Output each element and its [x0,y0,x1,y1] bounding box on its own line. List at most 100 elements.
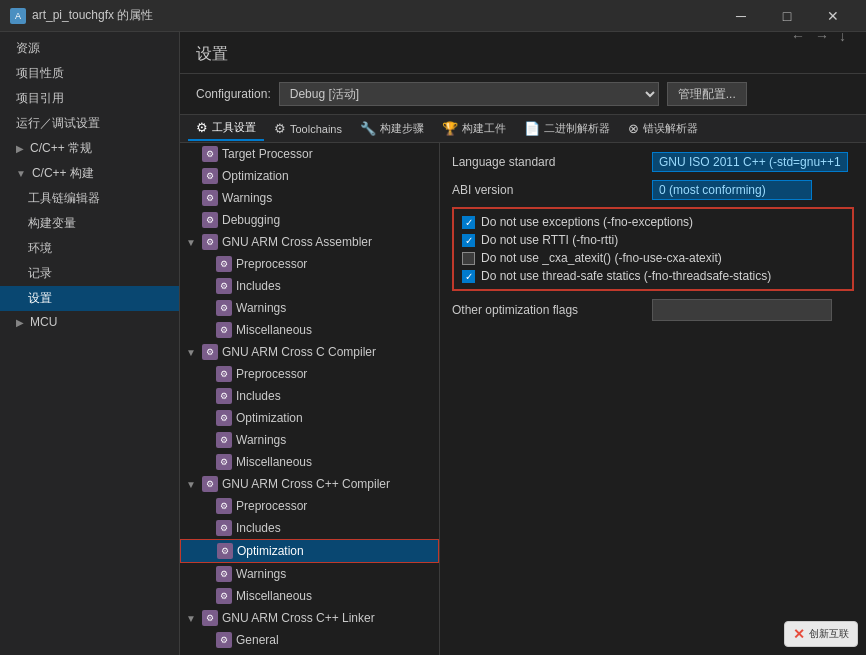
minimize-button[interactable]: ─ [718,0,764,32]
tree-asm-misc[interactable]: ⚙ Miscellaneous [180,319,439,341]
manage-config-button[interactable]: 管理配置... [667,82,747,106]
tree-c-misc[interactable]: ⚙ Miscellaneous [180,451,439,473]
tree-debugging[interactable]: ⚙ Debugging [180,209,439,231]
config-bar: Configuration: Debug [活动] 管理配置... [180,74,866,115]
title-bar: A art_pi_touchgfx 的属性 ─ □ ✕ [0,0,866,32]
tree-asm-includes[interactable]: ⚙ Includes [180,275,439,297]
sidebar-label-run-debug: 运行／调试设置 [16,115,100,132]
checkbox-rtti[interactable]: ✓ [462,234,475,247]
tree-label-c-includes: Includes [236,389,281,403]
close-button[interactable]: ✕ [810,0,856,32]
sidebar-item-cpp-general[interactable]: ▶ C/C++ 常规 [0,136,179,161]
expand-icon: ▼ [186,237,198,248]
tree-c-optimization[interactable]: ⚙ Optimization [180,407,439,429]
sidebar-item-toolchain-editor[interactable]: 工具链编辑器 [0,186,179,211]
tree-label-c-preprocessor: Preprocessor [236,367,307,381]
expand-icon-cpp-build: ▼ [16,168,26,179]
gear-icon: ⚙ [216,566,232,582]
sidebar-label-env: 环境 [28,240,52,257]
checkbox-cxa-atexit[interactable] [462,252,475,265]
sidebar-item-mcu[interactable]: ▶ MCU [0,311,179,333]
tree-gnu-arm-cpp-linker[interactable]: ▼ ⚙ GNU ARM Cross C++ Linker [180,607,439,629]
tab-tool-settings-label: 工具设置 [212,120,256,135]
flags-label: Other optimization flags [452,303,652,317]
tree-label-gnu-arm-c-compiler: GNU ARM Cross C Compiler [222,345,376,359]
tree-asm-preprocessor[interactable]: ⚙ Preprocessor [180,253,439,275]
sidebar-item-resources[interactable]: 资源 [0,36,179,61]
tab-build-artifacts[interactable]: 🏆 构建工件 [434,117,514,140]
sidebar-item-run-debug[interactable]: 运行／调试设置 [0,111,179,136]
tree-label-linker-general: General [236,633,279,647]
tree-cpp-optimization[interactable]: ⚙ Optimization [180,539,439,563]
tree-linker-general[interactable]: ⚙ General [180,629,439,651]
tree-c-warnings[interactable]: ⚙ Warnings [180,429,439,451]
tree-gnu-arm-c-compiler[interactable]: ▼ ⚙ GNU ARM Cross C Compiler [180,341,439,363]
tree-label-c-warnings: Warnings [236,433,286,447]
tree-target-processor[interactable]: ⚙ Target Processor [180,143,439,165]
tab-build-steps[interactable]: 🔧 构建步骤 [352,117,432,140]
sidebar-item-logging[interactable]: 记录 [0,261,179,286]
sidebar-item-cpp-build[interactable]: ▼ C/C++ 构建 [0,161,179,186]
tree-gnu-arm-assembler[interactable]: ▼ ⚙ GNU ARM Cross Assembler [180,231,439,253]
checkbox-threadsafe-statics[interactable]: ✓ [462,270,475,283]
tab-tool-settings[interactable]: ⚙ 工具设置 [188,116,264,141]
tab-error-parser[interactable]: ⊗ 错误解析器 [620,117,706,140]
cb-row-1: ✓ Do not use RTTI (-fno-rtti) [462,233,844,247]
tree-warnings[interactable]: ⚙ Warnings [180,187,439,209]
tree-gnu-arm-cpp-compiler[interactable]: ▼ ⚙ GNU ARM Cross C++ Compiler [180,473,439,495]
gear-icon: ⚙ [202,212,218,228]
tree-asm-warnings[interactable]: ⚙ Warnings [180,297,439,319]
maximize-button[interactable]: □ [764,0,810,32]
tree-cpp-warnings[interactable]: ⚙ Warnings [180,563,439,585]
sidebar-item-settings[interactable]: 设置 [0,286,179,311]
gear-icon: ⚙ [202,146,218,162]
config-select[interactable]: Debug [活动] [279,82,659,106]
tree-cpp-misc[interactable]: ⚙ Miscellaneous [180,585,439,607]
expand-icon: ▼ [186,479,198,490]
tree-label-c-misc: Miscellaneous [236,455,312,469]
nav-back-button[interactable]: ← [787,32,809,46]
sidebar: 资源 项目性质 项目引用 运行／调试设置 ▶ C/C++ 常规 ▼ C/C++ … [0,32,180,655]
tree-label-target-processor: Target Processor [222,147,313,161]
settings-header: 设置 ← → ↓ [180,32,866,74]
lang-std-label: Language standard [452,155,652,169]
build-artifacts-icon: 🏆 [442,121,458,136]
tab-binary-parser[interactable]: 📄 二进制解析器 [516,117,618,140]
cb-label-3: Do not use thread-safe statics (-fno-thr… [481,269,771,283]
sidebar-label-resources: 资源 [16,40,40,57]
tree-label-warnings: Warnings [222,191,272,205]
toolchains-icon: ⚙ [274,121,286,136]
tree-c-includes[interactable]: ⚙ Includes [180,385,439,407]
tab-toolchains[interactable]: ⚙ Toolchains [266,117,350,140]
watermark-logo: ✕ [793,626,805,642]
tab-error-parser-label: 错误解析器 [643,121,698,136]
tree-label-c-optimization: Optimization [236,411,303,425]
tree-label-asm-includes: Includes [236,279,281,293]
tree-c-preprocessor[interactable]: ⚙ Preprocessor [180,363,439,385]
cb-row-2: Do not use _cxa_atexit() (-fno-use-cxa-a… [462,251,844,265]
tree-cpp-preprocessor[interactable]: ⚙ Preprocessor [180,495,439,517]
nav-forward-button[interactable]: → [811,32,833,46]
gear-icon: ⚙ [202,168,218,184]
app-icon: A [10,8,26,24]
sidebar-item-project-ref[interactable]: 项目引用 [0,86,179,111]
sidebar-item-env[interactable]: 环境 [0,236,179,261]
window-title: art_pi_touchgfx 的属性 [32,7,153,24]
error-parser-icon: ⊗ [628,121,639,136]
expand-icon-cpp-general: ▶ [16,143,24,154]
gear-icon: ⚙ [216,454,232,470]
cb-row-0: ✓ Do not use exceptions (-fno-exceptions… [462,215,844,229]
tabs-bar: ⚙ 工具设置 ⚙ Toolchains 🔧 构建步骤 🏆 构建工件 📄 二进制解… [180,115,866,143]
sidebar-item-project-props[interactable]: 项目性质 [0,61,179,86]
tree-cpp-includes[interactable]: ⚙ Includes [180,517,439,539]
sidebar-label-settings: 设置 [28,290,52,307]
tab-build-steps-label: 构建步骤 [380,121,424,136]
sidebar-item-build-vars[interactable]: 构建变量 [0,211,179,236]
tree-label-cpp-optimization: Optimization [237,544,304,558]
sidebar-label-toolchain-editor: 工具链编辑器 [28,190,100,207]
tree-optimization[interactable]: ⚙ Optimization [180,165,439,187]
flags-input[interactable] [652,299,832,321]
checkbox-exceptions[interactable]: ✓ [462,216,475,229]
split-pane: ⚙ Target Processor ⚙ Optimization ⚙ Warn… [180,143,866,655]
nav-down-button[interactable]: ↓ [835,32,850,46]
